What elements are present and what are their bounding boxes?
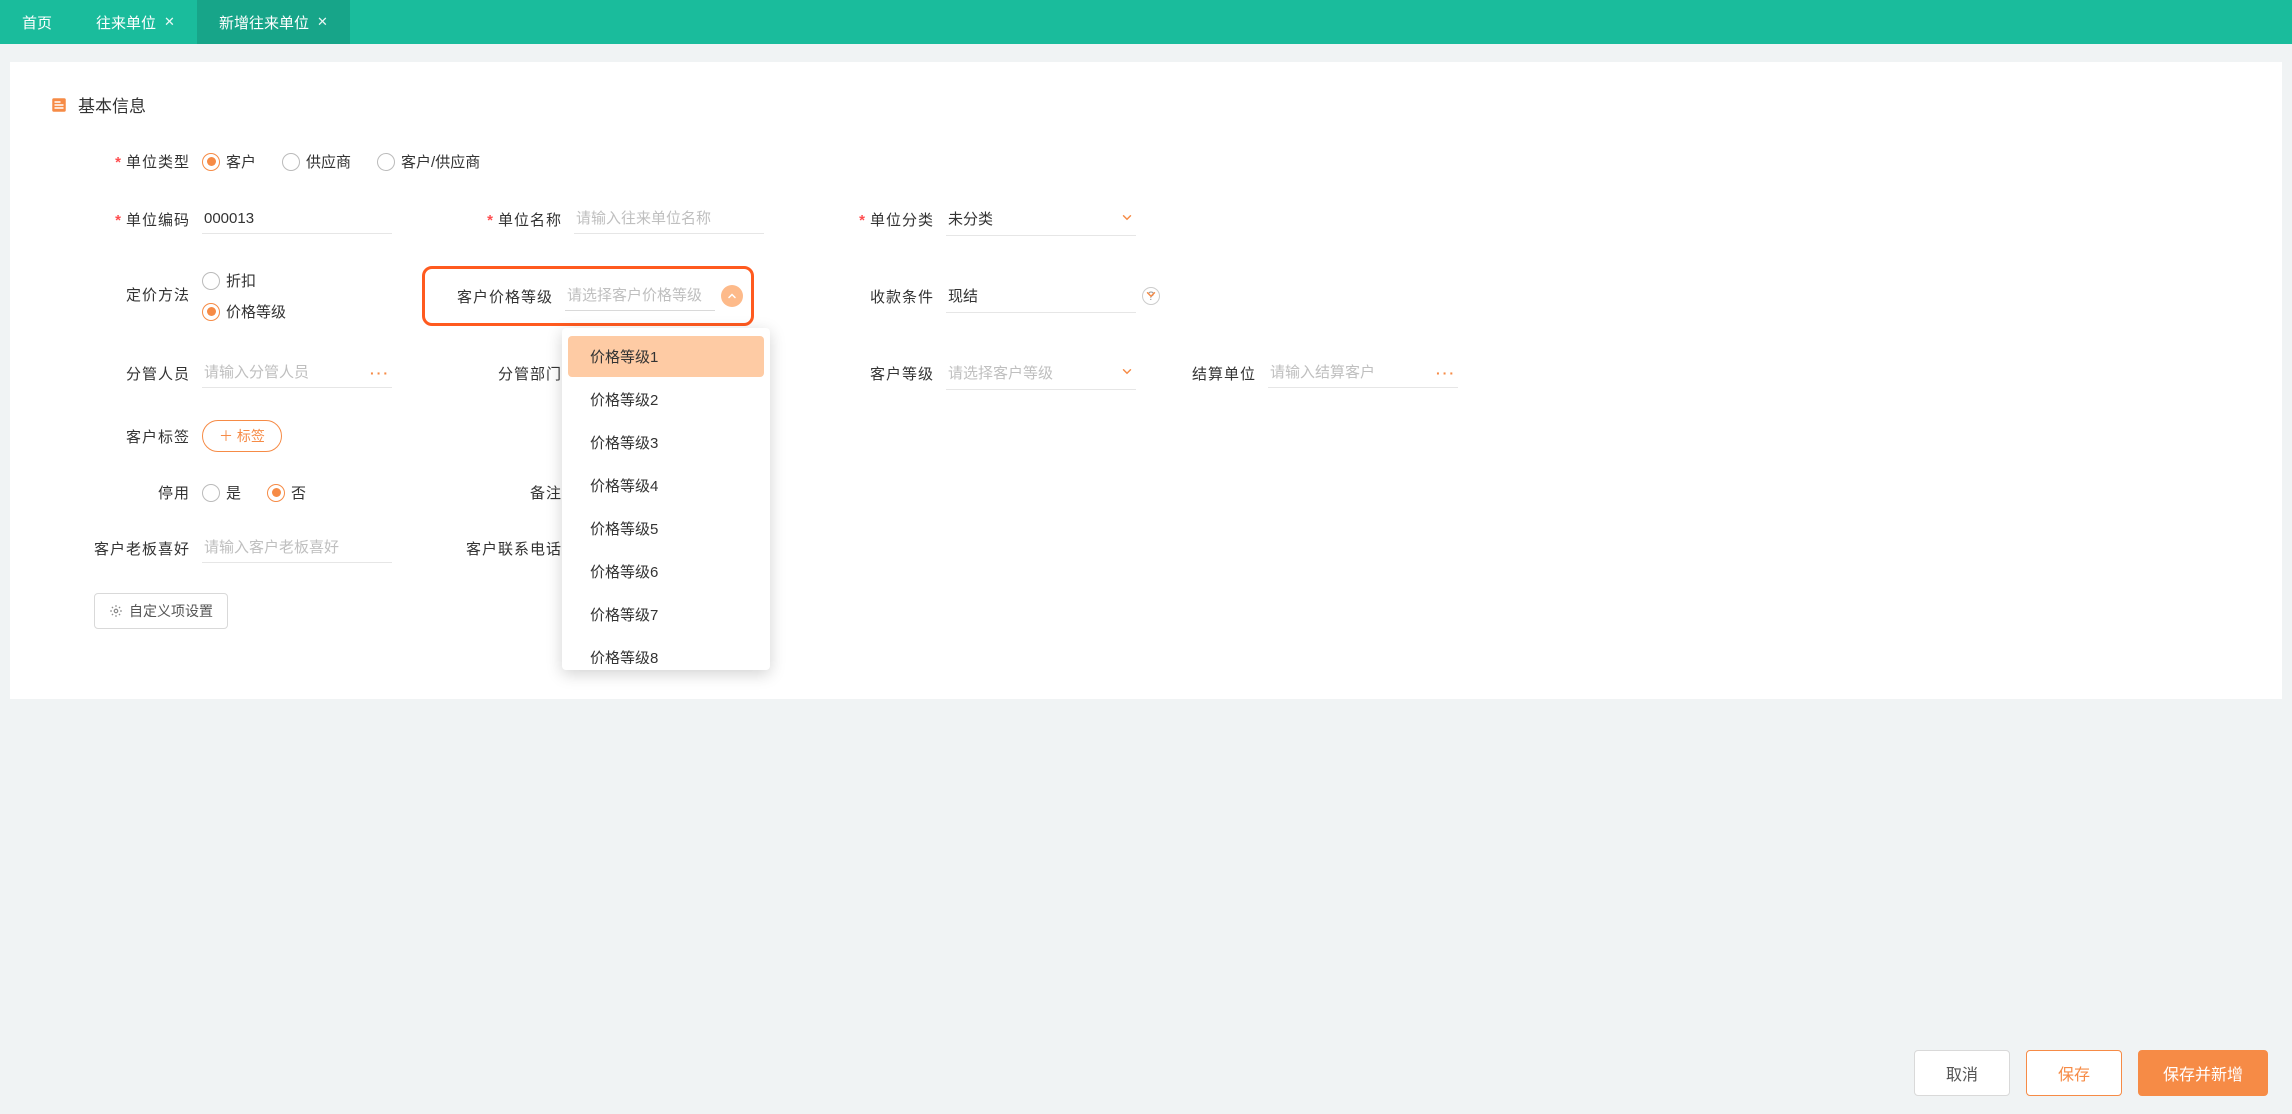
price-level-highlight: 客户价格等级	[422, 266, 754, 326]
form-panel: 基本信息 *单位类型 客户 供应商 客户/供应商 *单位编码 *单位名称	[10, 62, 2282, 699]
label-contact-phone: 客户联系电话	[422, 538, 562, 559]
section-title-text: 基本信息	[78, 92, 146, 117]
label-manager: 分管人员	[50, 363, 190, 384]
label-unit-category: *单位分类	[794, 209, 934, 230]
tab-list-label: 往来单位	[96, 12, 156, 33]
customer-level-select[interactable]: 请选择客户等级	[946, 356, 1136, 390]
tab-add-label: 新增往来单位	[219, 12, 309, 33]
price-level-option[interactable]: 价格等级8	[568, 637, 764, 664]
radio-disabled-no[interactable]: 否	[267, 482, 306, 503]
price-level-option[interactable]: 价格等级4	[568, 465, 764, 506]
label-pricing-method: 定价方法	[50, 270, 190, 305]
settlement-unit-input[interactable]	[1268, 358, 1458, 388]
label-settlement-unit: 结算单位	[1166, 363, 1256, 384]
label-unit-name: *单位名称	[422, 209, 562, 230]
radio-group-pricing-method: 折扣 价格等级	[202, 270, 286, 322]
label-boss-preference: 客户老板喜好	[50, 538, 190, 559]
label-department: 分管部门	[422, 363, 562, 384]
label-price-level: 客户价格等级	[433, 286, 553, 307]
radio-pricing-pricelevel[interactable]: 价格等级	[202, 301, 286, 322]
radio-unit-type-supplier[interactable]: 供应商	[282, 151, 351, 172]
price-level-option[interactable]: 价格等级1	[568, 336, 764, 377]
tab-home-label: 首页	[22, 12, 52, 33]
help-icon[interactable]: ?	[1142, 287, 1160, 305]
save-button[interactable]: 保存	[2026, 1050, 2122, 1096]
radio-unit-type-both[interactable]: 客户/供应商	[377, 151, 480, 172]
price-level-option[interactable]: 价格等级5	[568, 508, 764, 549]
radio-group-unit-type: 客户 供应商 客户/供应商	[202, 151, 480, 172]
section-title: 基本信息	[50, 92, 2242, 117]
label-unit-code: *单位编码	[50, 209, 190, 230]
price-level-option[interactable]: 价格等级2	[568, 379, 764, 420]
close-icon[interactable]: ✕	[164, 14, 175, 30]
boss-preference-input[interactable]	[202, 533, 392, 563]
add-tag-button[interactable]: ＋ 标签	[202, 420, 282, 452]
price-level-dropdown: 价格等级1价格等级2价格等级3价格等级4价格等级5价格等级6价格等级7价格等级8	[562, 328, 770, 670]
price-level-option[interactable]: 价格等级7	[568, 594, 764, 635]
price-level-input[interactable]	[565, 281, 715, 311]
cancel-button[interactable]: 取消	[1914, 1050, 2010, 1096]
save-and-new-button[interactable]: 保存并新增	[2138, 1050, 2268, 1096]
radio-unit-type-customer[interactable]: 客户	[202, 151, 256, 172]
radio-group-disabled: 是 否	[202, 482, 306, 503]
label-customer-level: 客户等级	[794, 363, 934, 384]
unit-code-input[interactable]	[202, 204, 392, 234]
price-level-option[interactable]: 价格等级6	[568, 551, 764, 592]
tab-bar: 首页 往来单位 ✕ 新增往来单位 ✕	[0, 0, 2292, 44]
tab-list[interactable]: 往来单位 ✕	[74, 0, 197, 44]
gear-icon	[109, 604, 123, 618]
radio-pricing-discount[interactable]: 折扣	[202, 270, 256, 291]
label-receipt-terms: 收款条件	[794, 286, 934, 307]
label-unit-type: *单位类型	[50, 151, 190, 172]
chevron-up-icon[interactable]	[721, 285, 743, 307]
label-disabled: 停用	[50, 482, 190, 503]
manager-input[interactable]	[202, 358, 392, 388]
receipt-terms-select[interactable]: 现结	[946, 279, 1136, 313]
tab-home[interactable]: 首页	[0, 0, 74, 44]
unit-name-input[interactable]	[574, 204, 764, 234]
label-customer-tag: 客户标签	[50, 426, 190, 447]
form-icon	[50, 96, 68, 114]
radio-disabled-yes[interactable]: 是	[202, 482, 241, 503]
footer-actions: 取消 保存 保存并新增	[1914, 1050, 2268, 1096]
price-level-option[interactable]: 价格等级3	[568, 422, 764, 463]
custom-config-button[interactable]: 自定义项设置	[94, 593, 228, 629]
tab-add[interactable]: 新增往来单位 ✕	[197, 0, 350, 44]
close-icon[interactable]: ✕	[317, 14, 328, 30]
label-remark: 备注	[422, 482, 562, 503]
unit-category-select[interactable]: 未分类	[946, 202, 1136, 236]
